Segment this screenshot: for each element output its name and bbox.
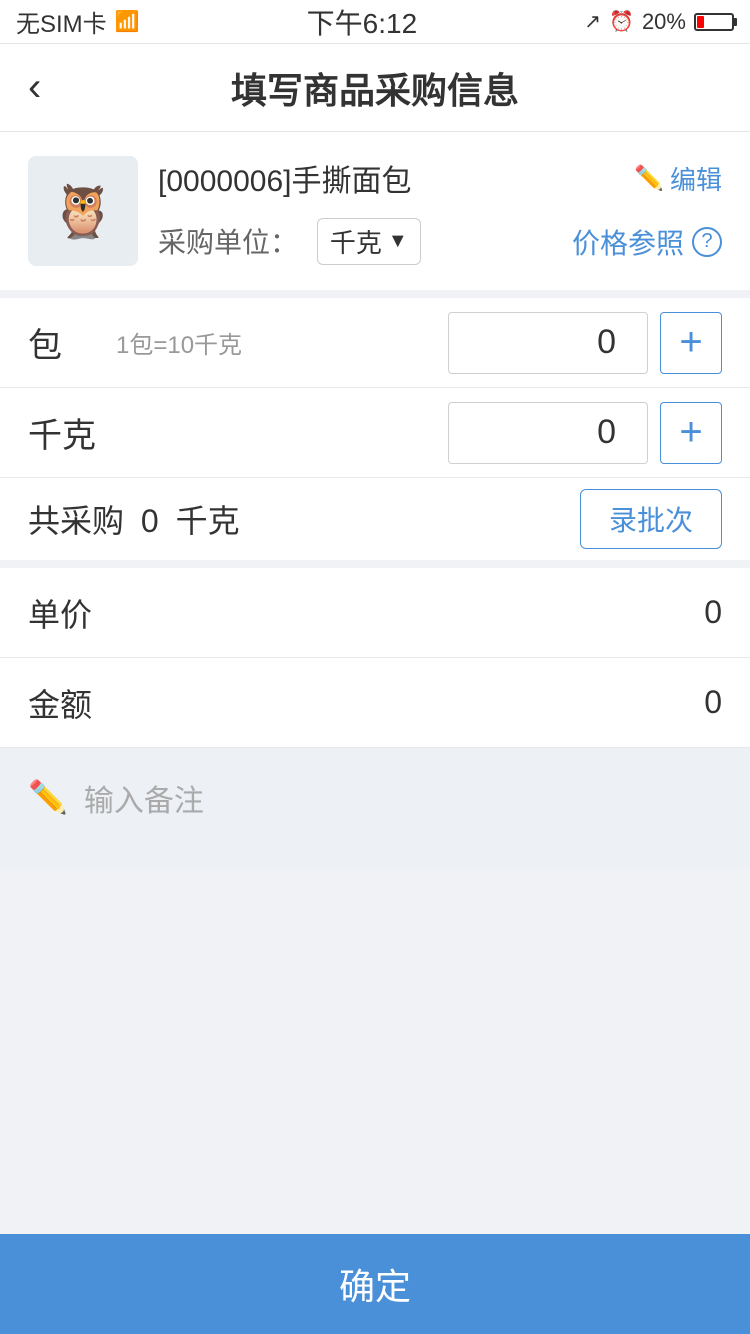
wifi-icon: 📶	[115, 9, 140, 34]
price-ref-button[interactable]: 价格参照 ?	[572, 222, 722, 262]
nav-bar: ‹ 填写商品采购信息	[0, 44, 750, 132]
info-section: 单价 0 金额 0	[0, 568, 750, 748]
back-button[interactable]: ‹	[28, 65, 41, 110]
product-name-row: [0000006]手撕面包 ✏️ 编辑	[158, 156, 722, 200]
product-logo: 🦉	[43, 171, 123, 251]
input-section: 包 1包=10千克 + 千克 +	[0, 298, 750, 478]
edit-button[interactable]: ✏️ 编辑	[634, 160, 722, 197]
bottom-space	[0, 868, 750, 968]
purchase-unit-label: 采购单位：	[158, 227, 298, 258]
pencil-icon: ✏️	[28, 778, 68, 816]
bag-plus-button[interactable]: +	[660, 312, 722, 374]
kg-input-row: 千克 +	[0, 388, 750, 478]
amount-row: 金额 0	[0, 658, 750, 748]
bag-input-row: 包 1包=10千克 +	[0, 298, 750, 388]
product-owl-icon: 🦉	[51, 181, 116, 242]
product-info: [0000006]手撕面包 ✏️ 编辑 采购单位： 千克 ▼ 价格参照 ?	[158, 156, 722, 265]
total-label: 共采购 0 千克	[28, 496, 240, 542]
kg-plus-button[interactable]: +	[660, 402, 722, 464]
battery-icon	[694, 13, 734, 31]
status-left: 无SIM卡 📶	[16, 4, 140, 39]
confirm-button[interactable]: 确定	[0, 1234, 750, 1334]
status-bar: 无SIM卡 📶 下午6:12 ↗ ⏰ 20%	[0, 0, 750, 44]
status-right: ↗ ⏰ 20%	[584, 9, 734, 35]
page-title: 填写商品采购信息	[231, 62, 519, 114]
bag-quantity-input[interactable]	[448, 312, 648, 374]
dropdown-arrow-icon: ▼	[388, 230, 408, 253]
price-row: 单价 0	[0, 568, 750, 658]
remark-placeholder: 输入备注	[84, 776, 204, 820]
status-time: 下午6:12	[307, 2, 418, 42]
location-icon: ↗	[584, 9, 601, 34]
purchase-unit-row: 采购单位： 千克 ▼ 价格参照 ?	[158, 218, 722, 265]
kg-label: 千克	[28, 408, 108, 457]
remark-section[interactable]: ✏️ 输入备注	[0, 748, 750, 868]
alarm-icon: ⏰	[609, 9, 634, 34]
bag-label: 包	[28, 318, 108, 367]
unit-value: 千克	[330, 223, 382, 260]
bag-sub-label: 1包=10千克	[116, 325, 242, 360]
carrier-label: 无SIM卡	[16, 4, 107, 39]
price-value: 0	[704, 594, 722, 631]
product-name: [0000006]手撕面包	[158, 156, 411, 200]
kg-quantity-input[interactable]	[448, 402, 648, 464]
record-batch-button[interactable]: 录批次	[580, 489, 722, 549]
total-row: 共采购 0 千克 录批次	[0, 478, 750, 568]
edit-icon: ✏️	[634, 164, 664, 193]
amount-value: 0	[704, 684, 722, 721]
battery-label: 20%	[642, 9, 686, 35]
product-image: 🦉	[28, 156, 138, 266]
price-label: 单价	[28, 590, 92, 636]
purchase-unit-area: 采购单位： 千克 ▼	[158, 218, 421, 265]
unit-dropdown[interactable]: 千克 ▼	[317, 218, 421, 265]
amount-label: 金额	[28, 680, 92, 726]
kg-input-right: +	[448, 402, 722, 464]
product-card: 🦉 [0000006]手撕面包 ✏️ 编辑 采购单位： 千克 ▼ 价格参照 ?	[0, 132, 750, 298]
help-icon: ?	[692, 227, 722, 257]
bag-input-right: +	[448, 312, 722, 374]
